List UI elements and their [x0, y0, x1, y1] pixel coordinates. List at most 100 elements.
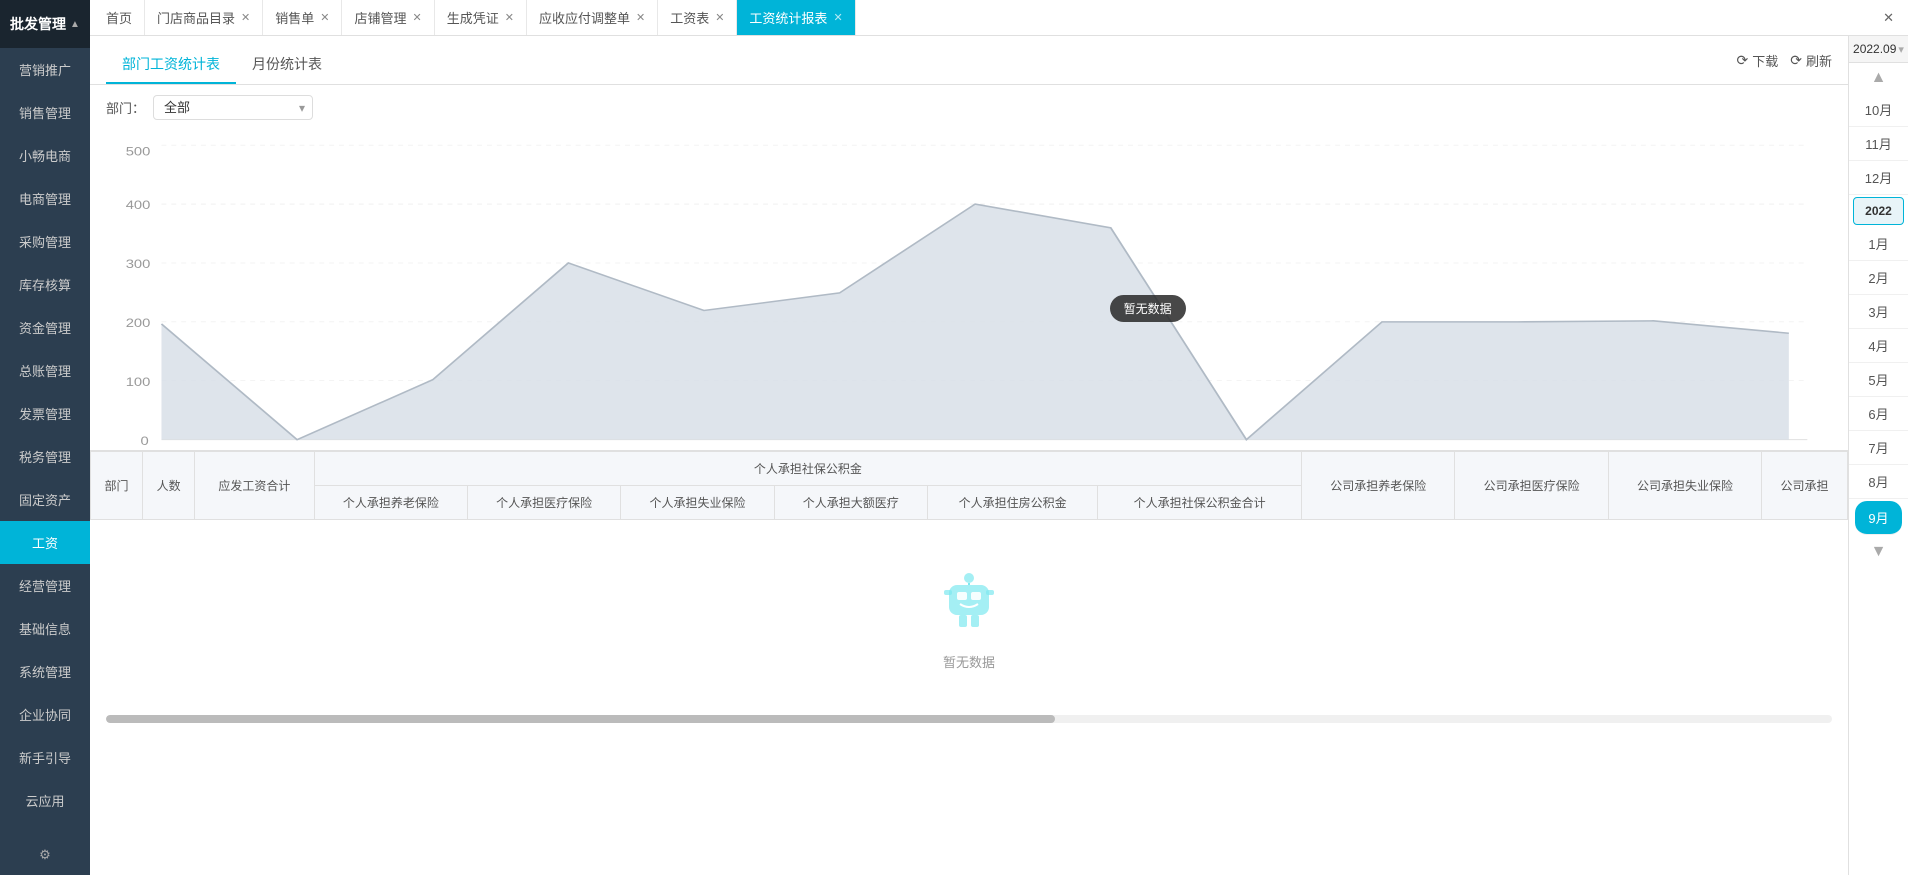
sidebar-arrow-icon: ▲ — [70, 19, 80, 30]
refresh-icon: ⟳ — [1790, 52, 1802, 69]
th-personal-medical: 个人承担医疗保险 — [467, 486, 620, 520]
svg-text:200: 200 — [126, 316, 151, 330]
chart-tooltip: 暂无数据 — [1110, 295, 1186, 322]
calendar-panel: 2022.09 ▾ ▲ 10月 11月 12月 2022 1月 2月 3月 4月… — [1848, 36, 1908, 875]
sidebar: 批发管理 ▲ 营销推广 销售管理 小畅电商 电商管理 采购管理 库存核算 资金管… — [0, 0, 90, 875]
svg-text:300: 300 — [126, 257, 151, 271]
dept-select[interactable]: 全部 — [153, 95, 313, 120]
tab-product-catalog-label: 门店商品目录 — [157, 8, 235, 27]
th-personal-unemployment: 个人承担失业保险 — [621, 486, 774, 520]
chart-area: 0 100 200 300 400 500 — [90, 130, 1848, 450]
sub-tab-month-label: 月份统计表 — [252, 56, 322, 72]
download-button[interactable]: ⟳ 下载 — [1737, 51, 1779, 70]
tab-voucher[interactable]: 生成凭证 ✕ — [435, 0, 527, 36]
sidebar-item-jichu[interactable]: 基础信息 — [0, 607, 90, 650]
calendar-month-4[interactable]: 4月 — [1849, 329, 1908, 363]
sidebar-header[interactable]: 批发管理 ▲ — [0, 0, 90, 48]
table-empty-text: 暂无数据 — [943, 652, 995, 671]
sidebar-item-shuiwu[interactable]: 税务管理 — [0, 435, 90, 478]
th-personal-group: 个人承担社保公积金 — [314, 452, 1301, 486]
calendar-month-5[interactable]: 5月 — [1849, 363, 1908, 397]
th-company-unemployment: 公司承担失业保险 — [1608, 452, 1761, 520]
table-area: 部门 人数 应发工资合计 个人承担社保公积金 公司承担养老保险 公司承担医疗保险… — [90, 450, 1848, 711]
chart-svg: 0 100 200 300 400 500 — [106, 140, 1832, 450]
th-personal-old: 个人承担养老保险 — [314, 486, 467, 520]
calendar-month-12[interactable]: 12月 — [1849, 161, 1908, 195]
tab-voucher-close[interactable]: ✕ — [505, 11, 514, 24]
sidebar-item-gongzi[interactable]: 工资 — [0, 521, 90, 564]
data-table: 部门 人数 应发工资合计 个人承担社保公积金 公司承担养老保险 公司承担医疗保险… — [90, 451, 1848, 520]
empty-state: 暂无数据 — [90, 520, 1848, 711]
calendar-down-nav[interactable]: ▼ — [1849, 537, 1908, 567]
calendar-dropdown-icon[interactable]: ▾ — [1898, 43, 1904, 56]
th-company-other: 公司承担 — [1762, 452, 1848, 520]
calendar-month-11[interactable]: 11月 — [1849, 127, 1908, 161]
tab-product-catalog-close[interactable]: ✕ — [241, 11, 250, 24]
th-company-old: 公司承担养老保险 — [1302, 452, 1455, 520]
calendar-month-3[interactable]: 3月 — [1849, 295, 1908, 329]
sidebar-item-kucun[interactable]: 库存核算 — [0, 263, 90, 306]
sidebar-item-caigou[interactable]: 采购管理 — [0, 220, 90, 263]
tab-product-catalog[interactable]: 门店商品目录 ✕ — [145, 0, 263, 36]
sidebar-settings[interactable]: ⚙ — [0, 835, 90, 875]
tab-store-close[interactable]: ✕ — [413, 11, 422, 24]
tab-sales-label: 销售单 — [275, 8, 314, 27]
tab-payroll-report[interactable]: 工资统计报表 ✕ — [737, 0, 855, 36]
sidebar-item-zijin[interactable]: 资金管理 — [0, 306, 90, 349]
sidebar-item-gudingzichan[interactable]: 固定资产 — [0, 478, 90, 521]
filter-row: 部门： 全部 — [90, 85, 1848, 130]
sub-tab-dept[interactable]: 部门工资统计表 — [106, 46, 236, 84]
horizontal-scrollbar[interactable] — [106, 715, 1832, 723]
sidebar-item-qiye[interactable]: 企业协同 — [0, 693, 90, 736]
dept-select-wrapper: 全部 — [153, 95, 313, 120]
calendar-month-6[interactable]: 6月 — [1849, 397, 1908, 431]
refresh-label: 刷新 — [1806, 51, 1832, 70]
th-count: 人数 — [143, 452, 195, 520]
sidebar-item-xinshou[interactable]: 新手引导 — [0, 736, 90, 779]
tab-sales[interactable]: 销售单 ✕ — [263, 0, 342, 36]
sidebar-item-fapiao[interactable]: 发票管理 — [0, 392, 90, 435]
tab-payroll-report-label: 工资统计报表 — [749, 8, 827, 27]
content-area: 部门工资统计表 月份统计表 ⟳ 下载 ⟳ 刷新 — [90, 36, 1908, 875]
sidebar-item-yunyingyong[interactable]: 云应用 — [0, 779, 90, 822]
sidebar-title: 批发管理 — [10, 14, 66, 34]
tab-payroll-close[interactable]: ✕ — [715, 11, 724, 24]
calendar-month-9[interactable]: 9月 — [1855, 501, 1902, 535]
scrollbar-thumb — [106, 715, 1055, 723]
tab-adjustment-close[interactable]: ✕ — [636, 11, 645, 24]
sidebar-item-jingying[interactable]: 经营管理 — [0, 564, 90, 607]
global-close-button[interactable]: ✕ — [1873, 10, 1904, 26]
main-area: 首页 门店商品目录 ✕ 销售单 ✕ 店铺管理 ✕ 生成凭证 ✕ 应收应付调整单 … — [90, 0, 1908, 875]
calendar-month-1[interactable]: 1月 — [1849, 227, 1908, 261]
sub-tabs: 部门工资统计表 月份统计表 — [90, 36, 354, 84]
sidebar-item-dianshangguan[interactable]: 电商管理 — [0, 177, 90, 220]
tab-store-label: 店铺管理 — [354, 8, 406, 27]
tab-home-label: 首页 — [106, 8, 132, 27]
svg-text:100: 100 — [126, 375, 151, 389]
calendar-month-2[interactable]: 2月 — [1849, 261, 1908, 295]
calendar-month-8[interactable]: 8月 — [1849, 465, 1908, 499]
tab-payroll-report-close[interactable]: ✕ — [833, 11, 842, 24]
calendar-month-7[interactable]: 7月 — [1849, 431, 1908, 465]
th-total-wage: 应发工资合计 — [195, 452, 315, 520]
tab-sales-close[interactable]: ✕ — [320, 11, 329, 24]
tabs-bar: 首页 门店商品目录 ✕ 销售单 ✕ 店铺管理 ✕ 生成凭证 ✕ 应收应付调整单 … — [90, 0, 1908, 36]
calendar-month-10[interactable]: 10月 — [1849, 93, 1908, 127]
calendar-up-nav[interactable]: ▲ — [1849, 63, 1908, 93]
tab-store[interactable]: 店铺管理 ✕ — [342, 0, 434, 36]
refresh-button[interactable]: ⟳ 刷新 — [1790, 51, 1832, 70]
svg-text:500: 500 — [126, 145, 151, 159]
sub-tab-month[interactable]: 月份统计表 — [236, 46, 338, 84]
tab-adjustment[interactable]: 应收应付调整单 ✕ — [527, 0, 658, 36]
toolbar-actions: ⟳ 下载 ⟳ 刷新 — [1737, 51, 1833, 70]
tab-payroll[interactable]: 工资表 ✕ — [658, 0, 737, 36]
tab-home[interactable]: 首页 — [94, 0, 145, 36]
sidebar-item-yingxiao[interactable]: 营销推广 — [0, 48, 90, 91]
sidebar-item-zhangzhang[interactable]: 总账管理 — [0, 349, 90, 392]
sidebar-item-xiaochang[interactable]: 小畅电商 — [0, 134, 90, 177]
th-dept: 部门 — [91, 452, 143, 520]
svg-text:0: 0 — [141, 434, 150, 448]
sidebar-item-xiaoshou[interactable]: 销售管理 — [0, 91, 90, 134]
sidebar-item-xitong[interactable]: 系统管理 — [0, 650, 90, 693]
download-icon: ⟳ — [1737, 52, 1749, 69]
